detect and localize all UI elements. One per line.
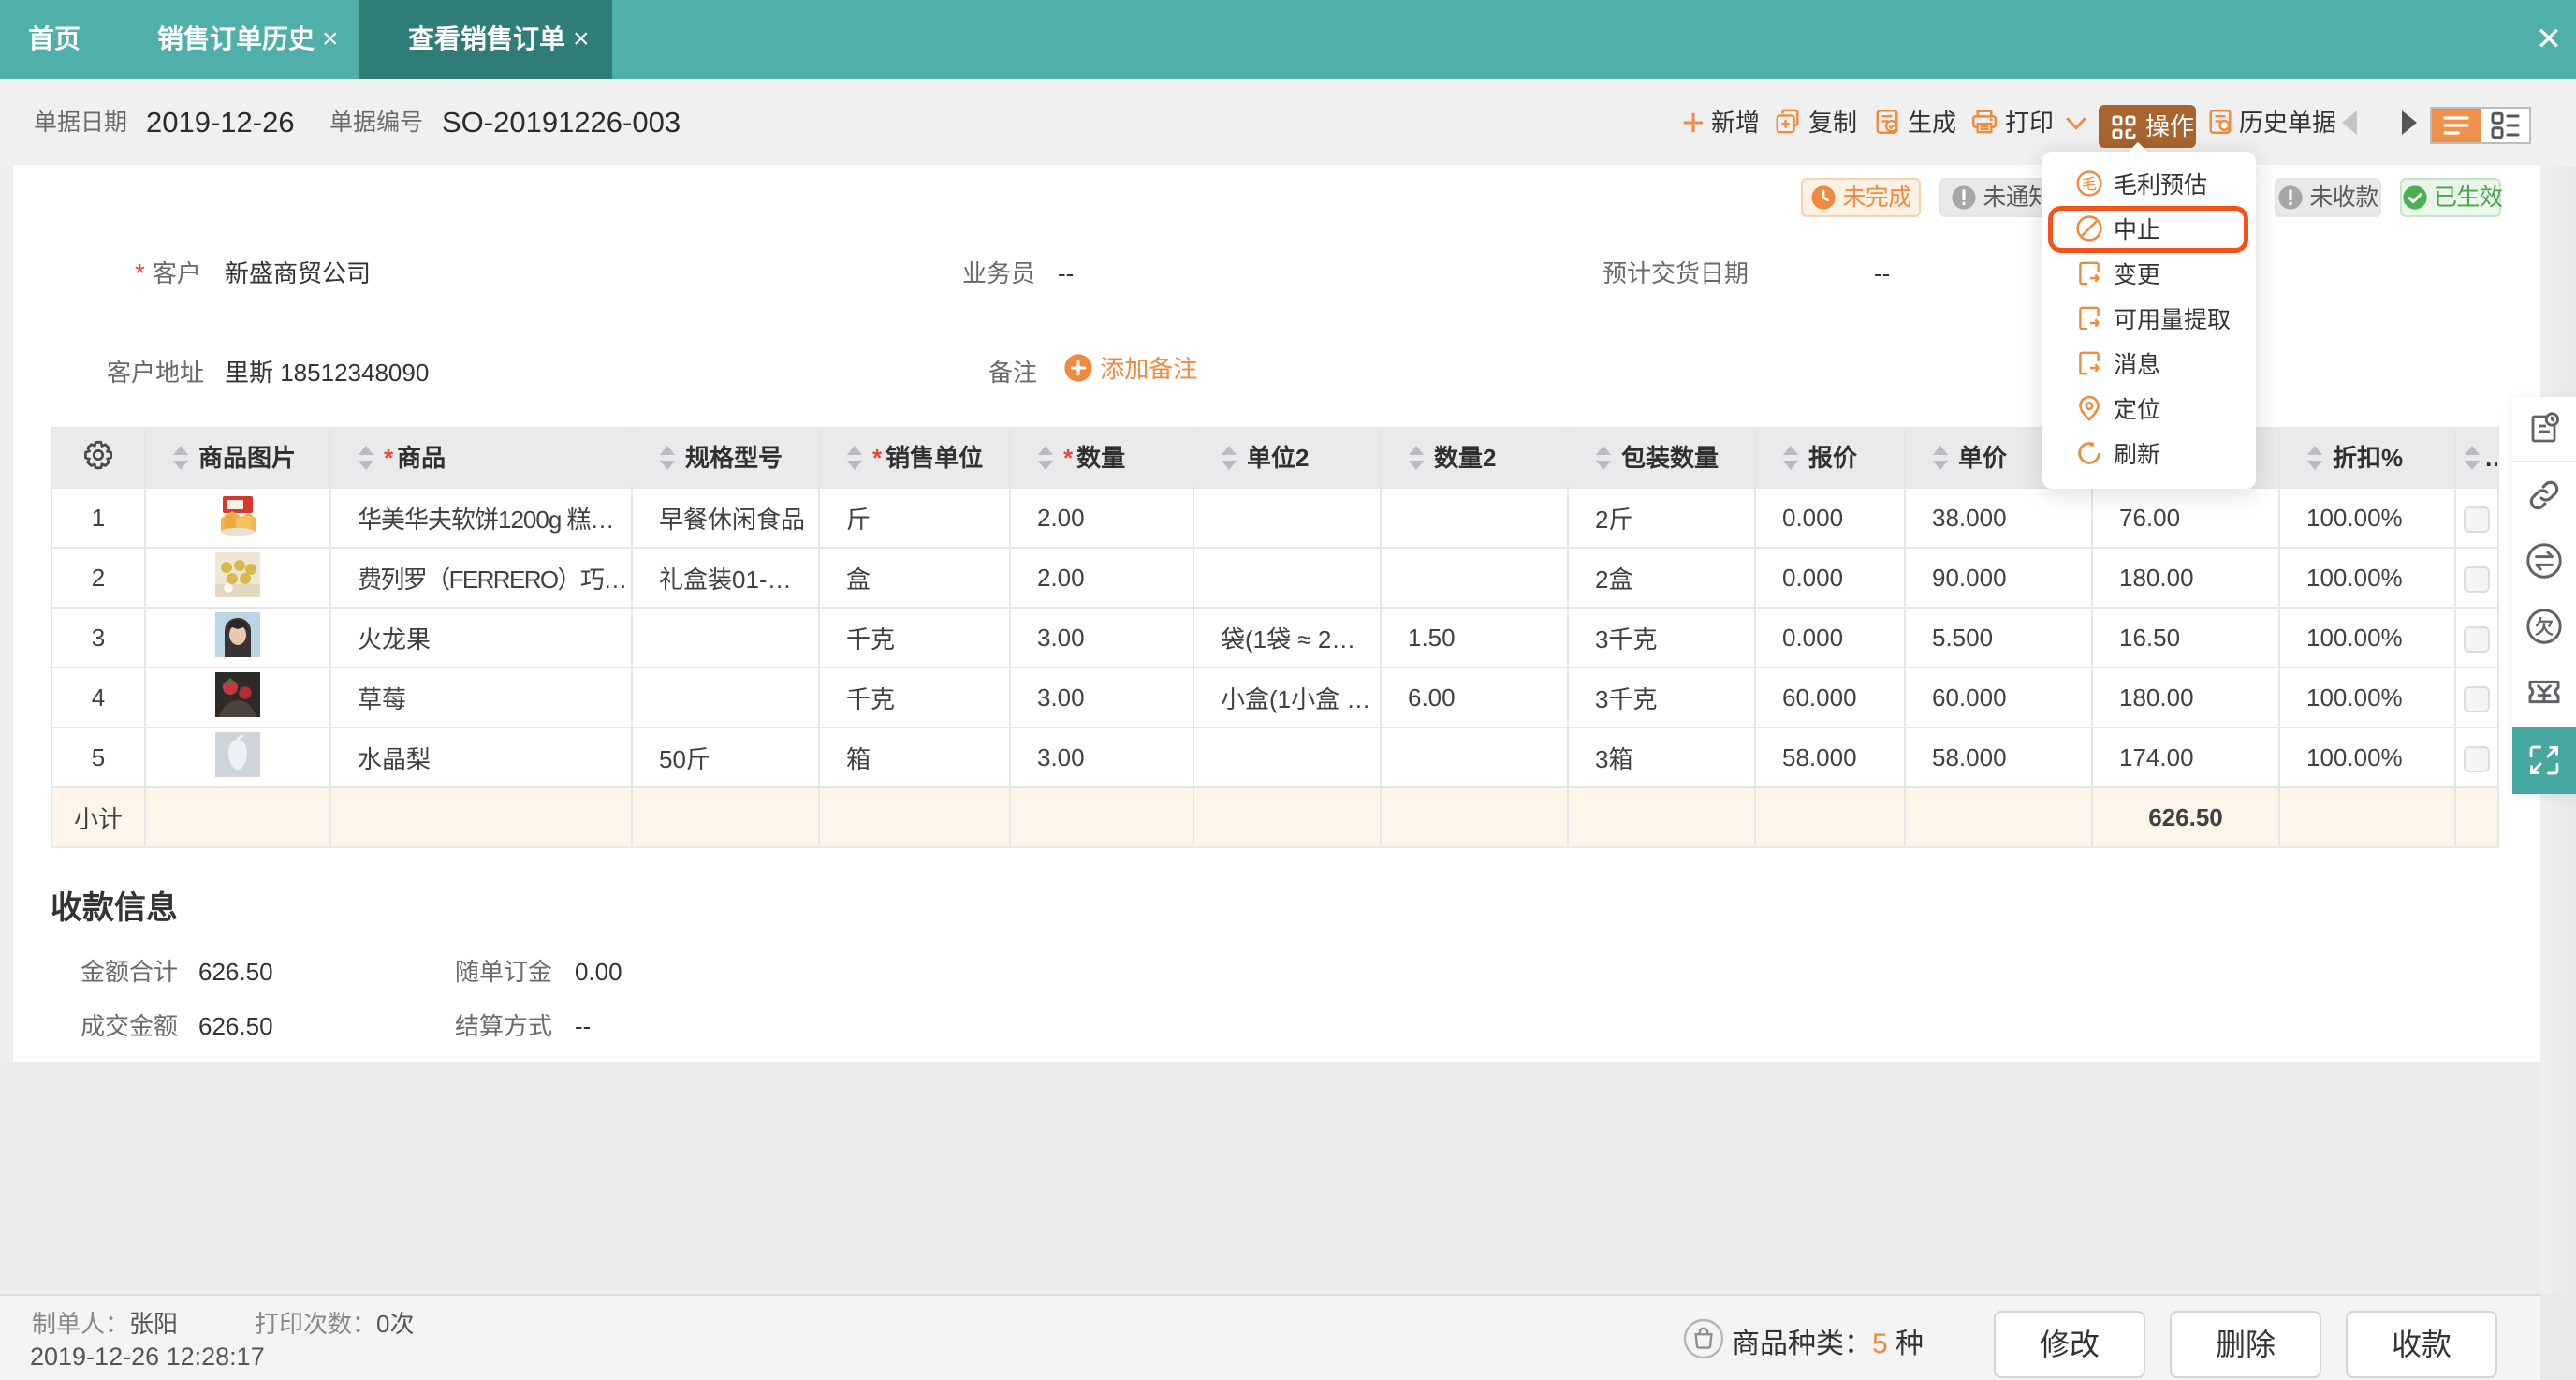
svg-text:毛: 毛 — [2082, 176, 2097, 193]
svg-text:欠: 欠 — [2535, 615, 2554, 638]
